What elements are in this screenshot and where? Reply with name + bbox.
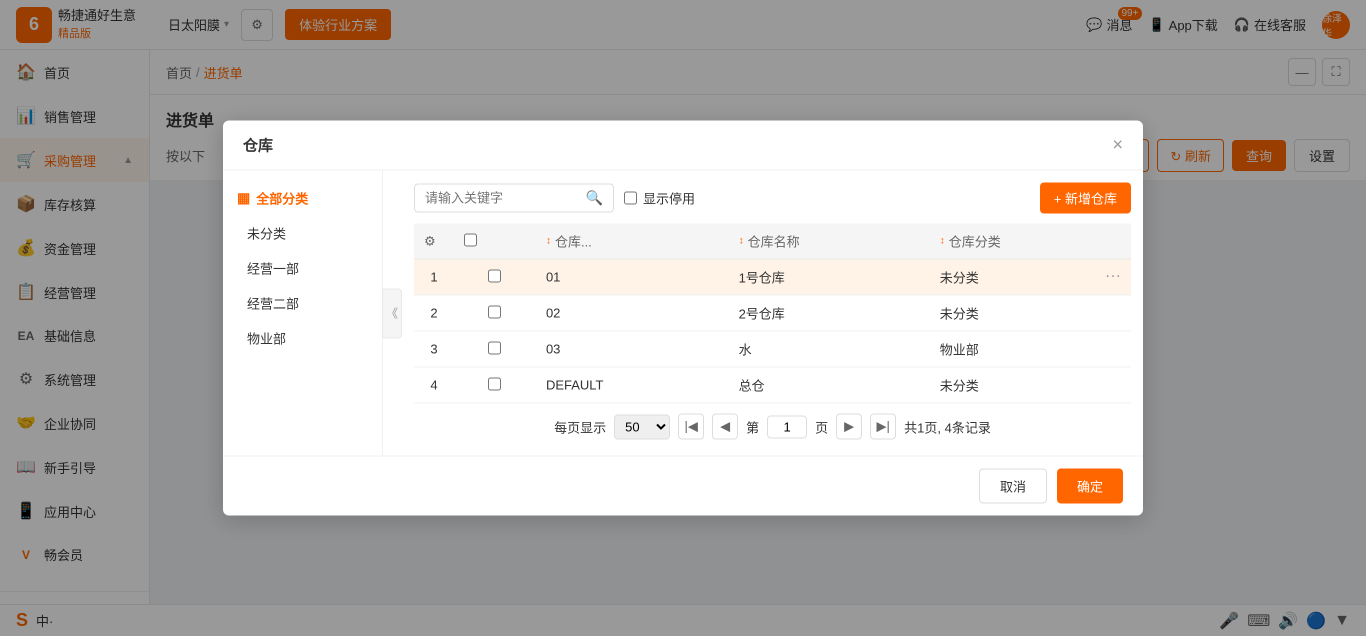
page-size-label: 每页显示 — [554, 417, 606, 436]
search-box: 🔍 — [414, 184, 614, 213]
cancel-button[interactable]: 取消 — [979, 469, 1047, 504]
table-container: ⚙ ↕ 仓库... — [414, 224, 1131, 404]
row-code: DEFAULT — [536, 367, 729, 403]
row-checkbox[interactable] — [488, 377, 501, 390]
row-checkbox[interactable] — [488, 269, 501, 282]
th-category: ↕ 仓库分类 — [930, 224, 1131, 260]
row-num: 4 — [414, 367, 454, 403]
page-word: 第 — [746, 417, 759, 436]
row-category: 未分类 — [930, 295, 1131, 331]
total-info: 共1页, 4条记录 — [904, 417, 991, 436]
all-categories-item[interactable]: ▦ 全部分类 — [223, 181, 382, 216]
prev-page-button[interactable]: ◀ — [712, 414, 738, 440]
row-checkbox-cell — [454, 331, 536, 367]
gear-icon: ⚙ — [424, 233, 436, 248]
row-name: 总仓 — [729, 367, 930, 403]
th-name: ↕ 仓库名称 — [729, 224, 930, 260]
row-name: 1号仓库 — [729, 259, 930, 295]
search-icon: 🔍 — [586, 190, 603, 207]
modal-close-button[interactable]: × — [1112, 135, 1123, 156]
modal-title: 仓库 — [243, 135, 1112, 156]
modal-footer: 取消 确定 — [223, 456, 1143, 516]
row-code: 02 — [536, 295, 729, 331]
row-code: 01 — [536, 259, 729, 295]
all-categories-label: 全部分类 — [256, 189, 308, 208]
confirm-button[interactable]: 确定 — [1057, 469, 1123, 504]
add-warehouse-button[interactable]: + 新增仓库 — [1040, 183, 1131, 214]
table-row[interactable]: 1 01 1号仓库 未分类 ··· — [414, 259, 1131, 295]
row-name: 2号仓库 — [729, 295, 930, 331]
page-size-select[interactable]: 50 100 200 — [614, 414, 670, 439]
chevron-left-icon: 《 — [386, 305, 398, 322]
row-num: 2 — [414, 295, 454, 331]
row-checkbox-cell — [454, 295, 536, 331]
sort-icon: ↕ — [546, 236, 551, 247]
category-item-unclassified[interactable]: 未分类 — [223, 216, 382, 251]
next-page-button[interactable]: ▶ — [836, 414, 862, 440]
select-all-checkbox[interactable] — [464, 233, 477, 246]
show-disabled-check[interactable] — [624, 192, 637, 205]
table-body: 1 01 1号仓库 未分类 ··· 2 — [414, 259, 1131, 403]
first-page-button[interactable]: |◀ — [678, 414, 704, 440]
th-code: ↕ 仓库... — [536, 224, 729, 260]
row-num: 3 — [414, 331, 454, 367]
row-code: 03 — [536, 331, 729, 367]
last-page-button[interactable]: ▶| — [870, 414, 896, 440]
row-actions-icon[interactable]: ··· — [1105, 268, 1121, 286]
table-row[interactable]: 2 02 2号仓库 未分类 — [414, 295, 1131, 331]
row-num: 1 — [414, 259, 454, 295]
row-checkbox[interactable] — [488, 305, 501, 318]
category-item-property[interactable]: 物业部 — [223, 321, 382, 356]
sort-icon2: ↕ — [739, 236, 744, 247]
page-input[interactable] — [767, 415, 807, 438]
modal-header: 仓库 × — [223, 121, 1143, 171]
row-checkbox-cell — [454, 259, 536, 295]
page-word2: 页 — [815, 417, 828, 436]
category-item-dept1[interactable]: 经营一部 — [223, 251, 382, 286]
th-checkbox — [454, 224, 536, 260]
category-item-dept2[interactable]: 经营二部 — [223, 286, 382, 321]
modal-body: ▦ 全部分类 未分类 经营一部 经营二部 物业部 《 — [223, 171, 1143, 456]
pagination-bar: 每页显示 50 100 200 |◀ ◀ 第 页 ▶ ▶| 共1页, 4条记录 — [414, 404, 1131, 444]
sort-icon3: ↕ — [940, 236, 945, 247]
category-sidebar: ▦ 全部分类 未分类 经营一部 经营二部 物业部 — [223, 171, 383, 456]
row-checkbox-cell — [454, 367, 536, 403]
table-header: ⚙ ↕ 仓库... — [414, 224, 1131, 260]
collapse-sidebar-button[interactable]: 《 — [382, 288, 402, 338]
modal-toolbar: 🔍 显示停用 + 新增仓库 — [414, 183, 1131, 214]
modal-table-area: 🔍 显示停用 + 新增仓库 ⚙ — [402, 171, 1143, 456]
table-row[interactable]: 4 DEFAULT 总仓 未分类 — [414, 367, 1131, 403]
row-category: 未分类 — [930, 367, 1131, 403]
grid-icon: ▦ — [237, 190, 250, 207]
show-disabled-checkbox[interactable]: 显示停用 — [624, 189, 695, 208]
table-row[interactable]: 3 03 水 物业部 — [414, 331, 1131, 367]
row-checkbox[interactable] — [488, 341, 501, 354]
row-category: 未分类 ··· — [930, 259, 1131, 295]
search-input[interactable] — [425, 191, 580, 206]
warehouse-table: ⚙ ↕ 仓库... — [414, 224, 1131, 404]
row-name: 水 — [729, 331, 930, 367]
row-category: 物业部 — [930, 331, 1131, 367]
warehouse-modal: 仓库 × ▦ 全部分类 未分类 经营一部 经营二部 物业部 《 — [223, 121, 1143, 516]
th-settings: ⚙ — [414, 224, 454, 260]
